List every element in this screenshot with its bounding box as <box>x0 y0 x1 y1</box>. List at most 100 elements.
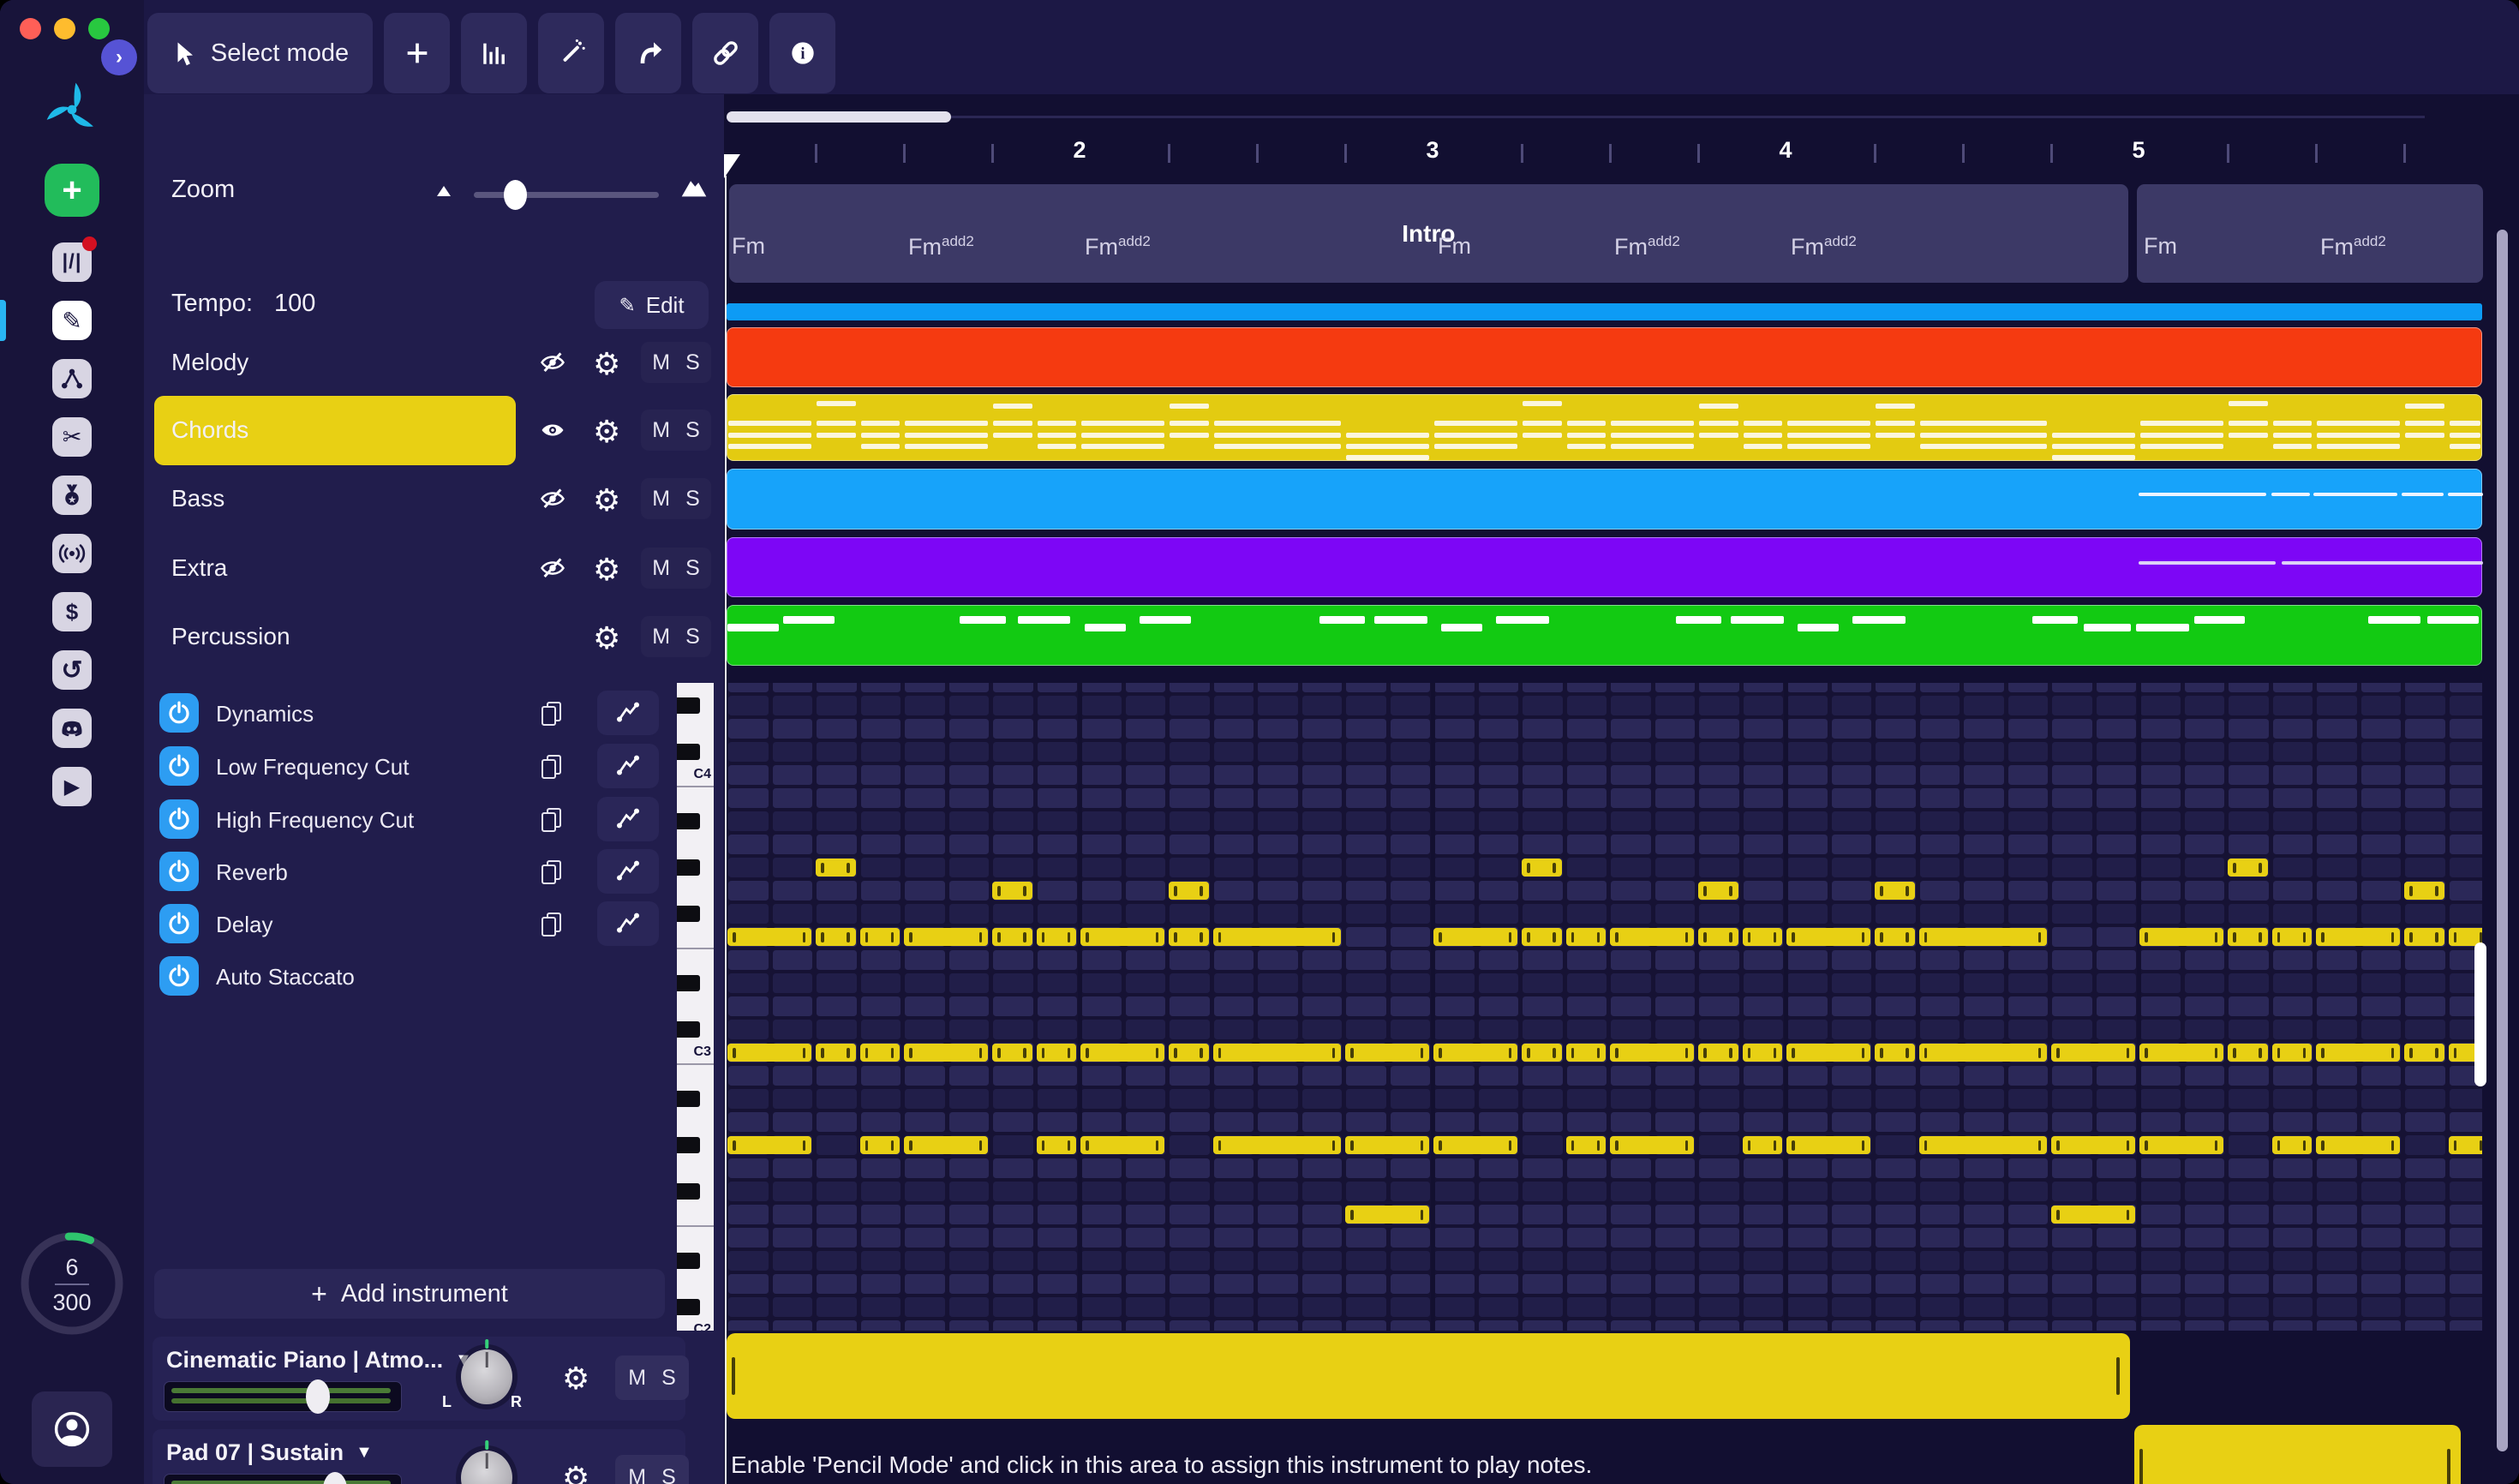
midi-note[interactable] <box>1212 928 1341 946</box>
midi-note[interactable] <box>1036 1044 1076 1062</box>
midi-note[interactable] <box>1918 1136 2047 1154</box>
clip-handle-right[interactable] <box>2115 1357 2120 1395</box>
effect-power-toggle[interactable] <box>159 852 199 891</box>
midi-note[interactable] <box>2228 859 2268 877</box>
timeline-ruler[interactable]: 2 3 4 5 <box>0 0 2519 184</box>
visibility-off-button[interactable] <box>538 555 567 581</box>
track-row-bass[interactable]: Bass ⚙ M S <box>144 464 724 534</box>
sidebar-item-history[interactable]: ↺ <box>52 650 92 690</box>
black-key[interactable] <box>677 697 700 714</box>
section-2[interactable] <box>2136 184 2483 283</box>
midi-note[interactable] <box>2404 882 2444 900</box>
midi-note[interactable] <box>2271 1044 2312 1062</box>
track-settings-button[interactable]: ⚙ <box>593 482 620 518</box>
main-vertical-scrollbar[interactable] <box>2497 230 2508 1451</box>
midi-note[interactable] <box>904 1136 988 1154</box>
midi-note[interactable] <box>2271 1136 2312 1154</box>
black-key[interactable] <box>677 744 700 760</box>
account-button[interactable] <box>32 1391 112 1467</box>
midi-note[interactable] <box>859 928 900 946</box>
black-key[interactable] <box>677 1021 700 1038</box>
midi-note[interactable] <box>2316 1136 2400 1154</box>
mute-button[interactable]: M <box>652 625 670 649</box>
visibility-on-button[interactable] <box>538 417 567 443</box>
midi-note[interactable] <box>904 928 988 946</box>
sidebar-item-tutorials[interactable]: ▶ <box>52 767 92 806</box>
instrument-select[interactable]: Pad 07 | Sustain ▼ <box>166 1439 440 1466</box>
midi-note[interactable] <box>992 928 1032 946</box>
midi-note[interactable] <box>904 1044 988 1062</box>
midi-note[interactable] <box>2271 928 2312 946</box>
mute-button[interactable]: M <box>628 1366 646 1391</box>
midi-note[interactable] <box>1169 1044 1209 1062</box>
volume-knob[interactable] <box>306 1379 330 1414</box>
sidebar-item-radio[interactable] <box>52 534 92 573</box>
add-instrument-button[interactable]: + Add instrument <box>154 1269 665 1319</box>
black-key[interactable] <box>677 1183 700 1200</box>
instrument-select[interactable]: Cinematic Piano | Atmo... ▼ <box>166 1347 472 1373</box>
visibility-off-button[interactable] <box>538 486 567 512</box>
midi-note[interactable] <box>1698 882 1738 900</box>
bass-lane[interactable] <box>727 469 2482 530</box>
midi-note[interactable] <box>2051 1136 2135 1154</box>
zoom-slider-knob[interactable] <box>504 180 527 210</box>
automation-curve-button[interactable] <box>597 901 659 946</box>
melody-lane[interactable] <box>727 327 2482 387</box>
track-settings-button[interactable]: ⚙ <box>593 414 620 450</box>
playhead-marker[interactable] <box>724 154 740 178</box>
midi-note[interactable] <box>2228 1044 2268 1062</box>
midi-note[interactable] <box>1875 1044 1915 1062</box>
automation-curve-button[interactable] <box>597 691 659 735</box>
chords-region-2[interactable] <box>2133 1425 2461 1484</box>
solo-button[interactable]: S <box>685 418 700 443</box>
midi-note[interactable] <box>2404 1044 2444 1062</box>
volume-meter[interactable] <box>164 1379 402 1414</box>
copy-effect-button[interactable] <box>541 702 561 726</box>
midi-note[interactable] <box>2051 1206 2135 1224</box>
midi-note[interactable] <box>859 1044 900 1062</box>
midi-note[interactable] <box>1786 1136 1870 1154</box>
midi-note[interactable] <box>2139 1136 2223 1154</box>
track-settings-button[interactable]: ⚙ <box>593 552 620 588</box>
instrument-settings-button[interactable]: ⚙ <box>562 1361 589 1397</box>
midi-note[interactable] <box>1742 1044 1782 1062</box>
midi-note[interactable] <box>727 928 811 946</box>
sidebar-item-cut-compose[interactable]: ✂ <box>52 417 92 457</box>
sidebar-item-generation-profiles[interactable] <box>52 359 92 398</box>
track-row-melody[interactable]: Melody ⚙ M S <box>144 328 724 398</box>
volume-knob[interactable] <box>323 1472 347 1484</box>
midi-note[interactable] <box>1565 1044 1606 1062</box>
midi-note[interactable] <box>1742 1136 1782 1154</box>
midi-note[interactable] <box>1169 882 1209 900</box>
midi-note[interactable] <box>1080 1044 1164 1062</box>
sidebar-item-achievements[interactable]: ★ <box>52 476 92 515</box>
midi-note[interactable] <box>1698 928 1738 946</box>
solo-button[interactable]: S <box>661 1366 676 1391</box>
midi-note[interactable] <box>2316 1044 2400 1062</box>
black-key[interactable] <box>677 906 700 922</box>
tempo-edit-button[interactable]: ✎ Edit <box>595 281 709 329</box>
piano-keyboard[interactable]: C4 C3 C2 <box>677 683 714 1331</box>
mute-button[interactable]: M <box>628 1465 646 1484</box>
track-settings-button[interactable]: ⚙ <box>593 620 620 656</box>
overview-strip[interactable] <box>727 303 2482 320</box>
midi-note[interactable] <box>1433 1044 1517 1062</box>
midi-note[interactable] <box>2051 1044 2135 1062</box>
volume-meter[interactable] <box>164 1472 402 1484</box>
pan-knob[interactable] <box>461 1440 512 1484</box>
midi-note[interactable] <box>1169 928 1209 946</box>
black-key[interactable] <box>677 975 700 991</box>
copy-effect-button[interactable] <box>541 755 561 779</box>
midi-note[interactable] <box>1610 928 1694 946</box>
solo-button[interactable]: S <box>685 556 700 581</box>
midi-note[interactable] <box>2448 1136 2482 1154</box>
extra-lane[interactable] <box>727 537 2482 597</box>
midi-note[interactable] <box>1698 1044 1738 1062</box>
midi-note[interactable] <box>1875 928 1915 946</box>
track-row-percussion[interactable]: Percussion ⚙ M S <box>144 602 724 672</box>
effect-power-toggle[interactable] <box>159 904 199 943</box>
effect-power-toggle[interactable] <box>159 956 199 996</box>
effect-power-toggle[interactable] <box>159 799 199 839</box>
piano-roll-grid[interactable] <box>727 683 2482 1331</box>
mute-button[interactable]: M <box>652 350 670 375</box>
